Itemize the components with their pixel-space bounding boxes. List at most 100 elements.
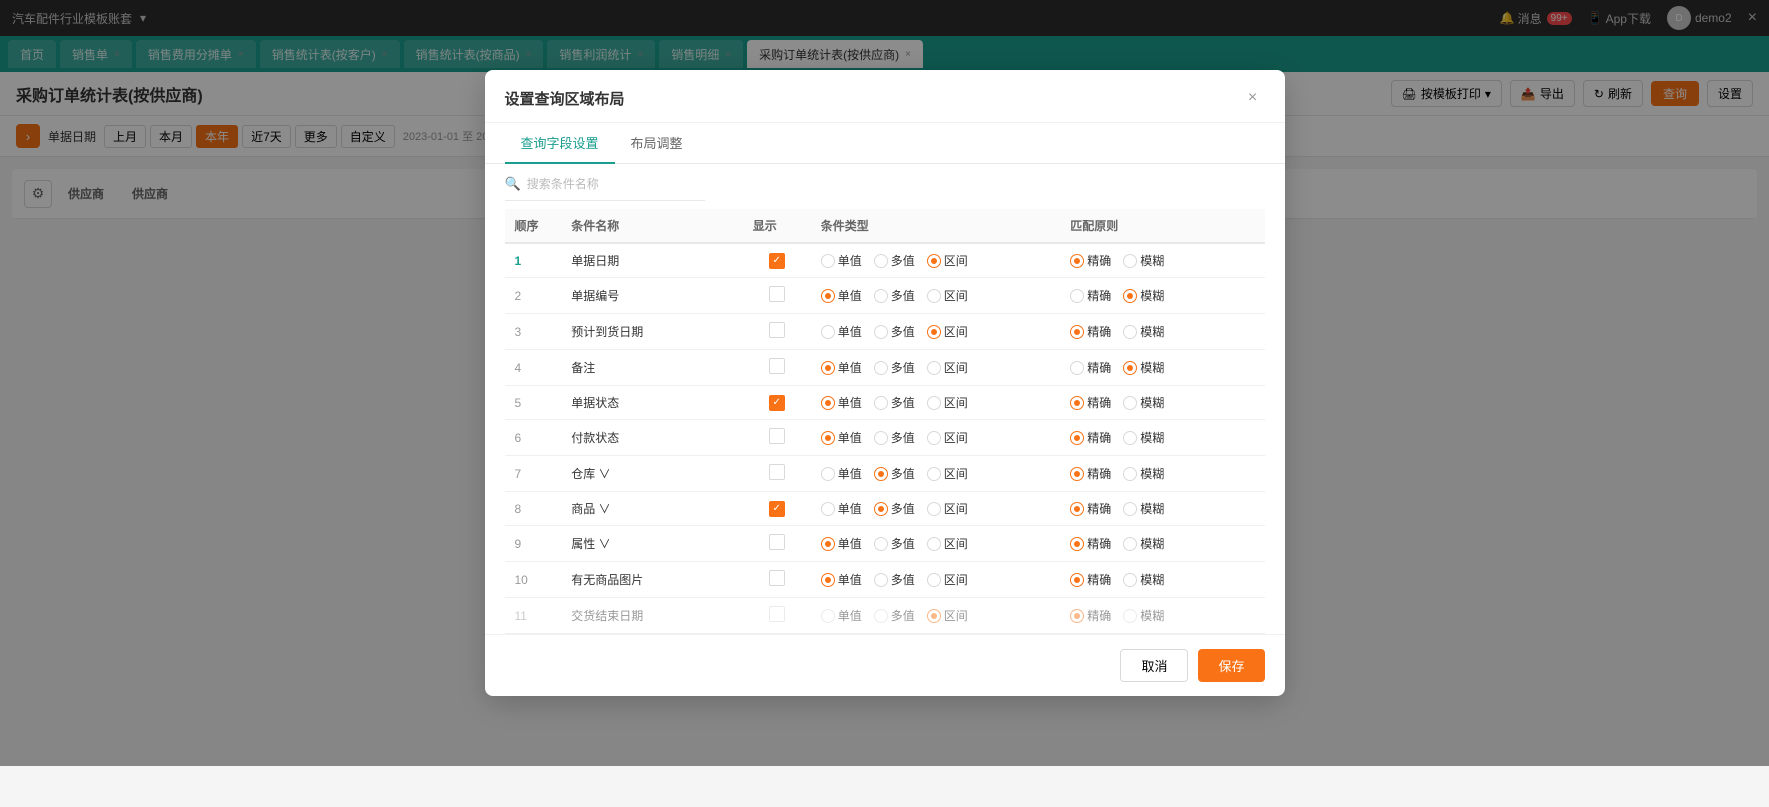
match-radio-exact[interactable]: 精确: [1070, 252, 1111, 269]
display-checkbox[interactable]: [769, 428, 785, 444]
type-radio-multi[interactable]: 多值: [874, 465, 915, 482]
match-radio-fuzzy[interactable]: 模糊: [1123, 323, 1164, 340]
type-radio-multi[interactable]: 多值: [874, 252, 915, 269]
cell-order: 11: [505, 598, 562, 634]
cell-display[interactable]: [743, 420, 811, 456]
type-radio-single[interactable]: 单值: [821, 359, 862, 376]
save-button[interactable]: 保存: [1198, 649, 1264, 682]
match-radio-fuzzy[interactable]: 模糊: [1123, 607, 1164, 624]
display-checkbox[interactable]: [769, 253, 785, 269]
display-checkbox[interactable]: [769, 606, 785, 622]
type-radio-single[interactable]: 单值: [821, 571, 862, 588]
match-radio-fuzzy[interactable]: 模糊: [1123, 465, 1164, 482]
display-checkbox[interactable]: [769, 501, 785, 517]
cell-display[interactable]: [743, 598, 811, 634]
type-radio-range[interactable]: 区间: [927, 252, 968, 269]
type-radio-single[interactable]: 单值: [821, 607, 862, 624]
type-radio-multi[interactable]: 多值: [874, 429, 915, 446]
type-radio-multi[interactable]: 多值: [874, 323, 915, 340]
type-radio-range[interactable]: 区间: [927, 323, 968, 340]
radio-label: 区间: [944, 571, 968, 588]
radio-dot: [821, 537, 835, 551]
type-radio-multi[interactable]: 多值: [874, 287, 915, 304]
cancel-button[interactable]: 取消: [1120, 649, 1188, 682]
type-radio-multi[interactable]: 多值: [874, 535, 915, 552]
display-checkbox[interactable]: [769, 322, 785, 338]
radio-label: 区间: [944, 359, 968, 376]
type-radio-range[interactable]: 区间: [927, 359, 968, 376]
tab-layout-adjust[interactable]: 布局调整: [615, 123, 699, 164]
cell-name: 交货结束日期: [561, 598, 742, 634]
type-radio-group: 单值多值区间: [821, 323, 1051, 340]
cell-display[interactable]: [743, 562, 811, 598]
display-checkbox[interactable]: [769, 286, 785, 302]
type-radio-single[interactable]: 单值: [821, 323, 862, 340]
match-radio-fuzzy[interactable]: 模糊: [1123, 429, 1164, 446]
display-checkbox[interactable]: [769, 395, 785, 411]
type-radio-range[interactable]: 区间: [927, 535, 968, 552]
cell-display[interactable]: [743, 456, 811, 492]
match-radio-group: 精确 模糊: [1070, 500, 1254, 517]
type-radio-group: 单值多值区间: [821, 252, 1051, 269]
cell-display[interactable]: [743, 314, 811, 350]
type-radio-range[interactable]: 区间: [927, 571, 968, 588]
match-radio-fuzzy[interactable]: 模糊: [1123, 394, 1164, 411]
type-radio-range[interactable]: 区间: [927, 287, 968, 304]
type-radio-range[interactable]: 区间: [927, 500, 968, 517]
type-radio-single[interactable]: 单值: [821, 465, 862, 482]
cell-display[interactable]: [743, 492, 811, 526]
cell-display[interactable]: [743, 386, 811, 420]
match-radio-exact[interactable]: 精确: [1070, 323, 1111, 340]
cell-order: 6: [505, 420, 562, 456]
type-radio-single[interactable]: 单值: [821, 287, 862, 304]
type-radio-multi[interactable]: 多值: [874, 607, 915, 624]
match-radio-fuzzy[interactable]: 模糊: [1123, 359, 1164, 376]
match-radio-exact[interactable]: 精确: [1070, 394, 1111, 411]
cell-display[interactable]: [743, 243, 811, 278]
cell-name: 商品 ∨: [561, 492, 742, 526]
type-radio-multi[interactable]: 多值: [874, 571, 915, 588]
dialog-close-button[interactable]: ×: [1241, 86, 1265, 110]
match-radio-fuzzy[interactable]: 模糊: [1123, 571, 1164, 588]
match-radio-fuzzy[interactable]: 模糊: [1123, 252, 1164, 269]
match-radio-exact[interactable]: 精确: [1070, 607, 1111, 624]
type-radio-multi[interactable]: 多值: [874, 394, 915, 411]
radio-label: 模糊: [1140, 465, 1164, 482]
radio-label: 多值: [891, 394, 915, 411]
type-radio-single[interactable]: 单值: [821, 429, 862, 446]
tab-query-fields[interactable]: 查询字段设置: [505, 123, 615, 164]
cell-display[interactable]: [743, 278, 811, 314]
cell-display[interactable]: [743, 526, 811, 562]
type-radio-multi[interactable]: 多值: [874, 500, 915, 517]
type-radio-single[interactable]: 单值: [821, 535, 862, 552]
match-radio-exact[interactable]: 精确: [1070, 429, 1111, 446]
match-radio-exact[interactable]: 精确: [1070, 535, 1111, 552]
match-radio-exact[interactable]: 精确: [1070, 287, 1111, 304]
match-radio-exact[interactable]: 精确: [1070, 500, 1111, 517]
match-radio-fuzzy[interactable]: 模糊: [1123, 287, 1164, 304]
radio-label: 模糊: [1140, 500, 1164, 517]
match-radio-exact[interactable]: 精确: [1070, 571, 1111, 588]
display-checkbox[interactable]: [769, 464, 785, 480]
display-checkbox[interactable]: [769, 534, 785, 550]
type-radio-range[interactable]: 区间: [927, 465, 968, 482]
radio-dot: [821, 289, 835, 303]
type-radio-range[interactable]: 区间: [927, 607, 968, 624]
search-input[interactable]: [527, 177, 687, 191]
match-radio-fuzzy[interactable]: 模糊: [1123, 500, 1164, 517]
match-radio-fuzzy[interactable]: 模糊: [1123, 535, 1164, 552]
type-radio-single[interactable]: 单值: [821, 394, 862, 411]
radio-dot: [874, 361, 888, 375]
radio-dot: [1070, 609, 1084, 623]
cell-display[interactable]: [743, 350, 811, 386]
match-radio-exact[interactable]: 精确: [1070, 359, 1111, 376]
type-radio-single[interactable]: 单值: [821, 252, 862, 269]
display-checkbox[interactable]: [769, 570, 785, 586]
type-radio-group: 单值多值区间: [821, 429, 1051, 446]
type-radio-multi[interactable]: 多值: [874, 359, 915, 376]
type-radio-range[interactable]: 区间: [927, 429, 968, 446]
match-radio-exact[interactable]: 精确: [1070, 465, 1111, 482]
display-checkbox[interactable]: [769, 358, 785, 374]
type-radio-single[interactable]: 单值: [821, 500, 862, 517]
type-radio-range[interactable]: 区间: [927, 394, 968, 411]
